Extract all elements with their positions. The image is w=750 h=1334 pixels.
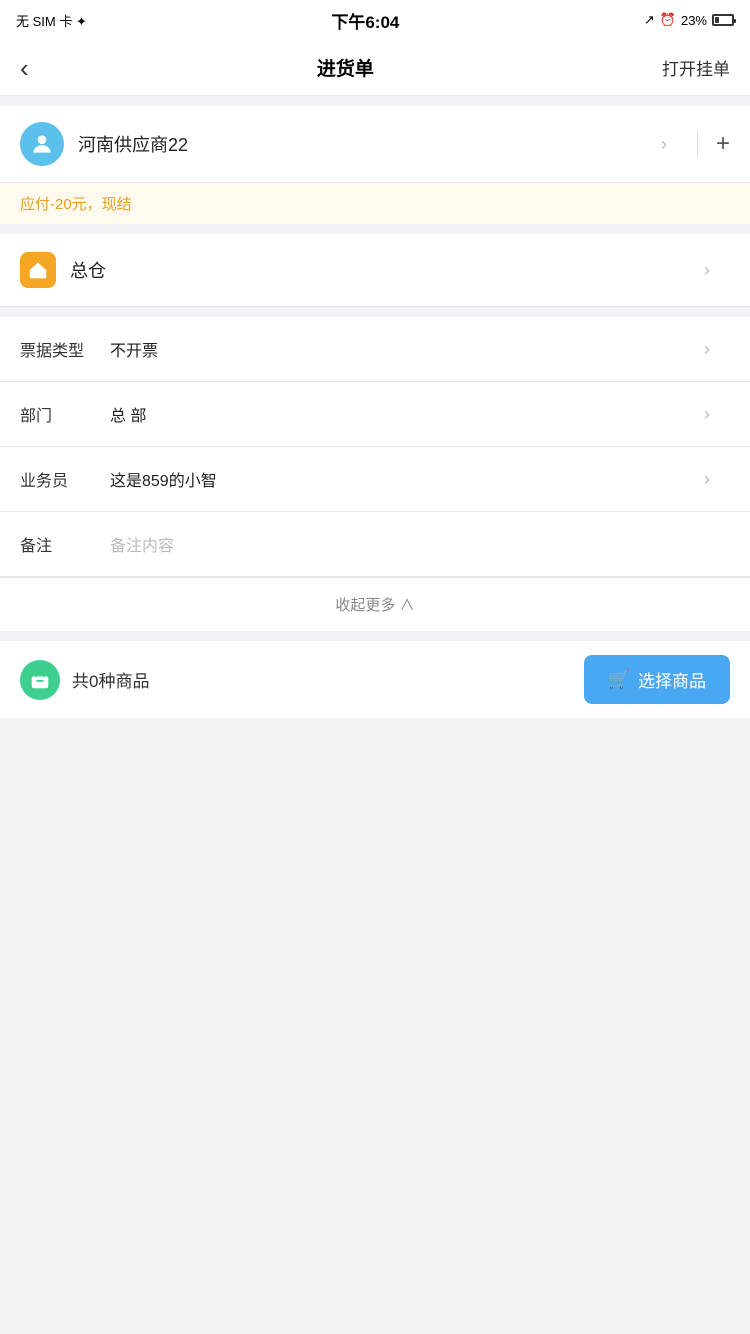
- notice-text: 应付-20元，现结: [20, 196, 132, 213]
- collapse-button[interactable]: 收起更多 ∧: [0, 577, 750, 631]
- battery-text: 23%: [681, 13, 707, 28]
- ticket-chevron-icon: ›: [704, 339, 710, 360]
- nav-bar: ‹ 进货单 打开挂单: [0, 40, 750, 96]
- house-icon: [27, 259, 49, 281]
- product-icon: [20, 660, 60, 700]
- supplier-row[interactable]: 河南供应商22 › +: [0, 106, 750, 183]
- ticket-type-row[interactable]: 票据类型 不开票 ›: [0, 317, 750, 382]
- top-divider: [0, 96, 750, 106]
- warehouse-chevron-icon: ›: [704, 260, 710, 281]
- status-bar: 无 SIM 卡 ✦ 下午6:04 ↗ ⏰ 23%: [0, 0, 750, 40]
- status-time: 下午6:04: [331, 8, 399, 33]
- add-supplier-button[interactable]: +: [716, 130, 730, 158]
- status-left: 无 SIM 卡 ✦: [16, 11, 87, 30]
- person-icon: [29, 131, 55, 157]
- supplier-chevron-icon: ›: [661, 134, 667, 155]
- open-pending-button[interactable]: 打开挂单: [662, 55, 730, 80]
- dept-value: 总 部: [110, 402, 704, 426]
- staff-chevron-icon: ›: [704, 469, 710, 490]
- battery-icon: [712, 14, 734, 26]
- warehouse-name: 总仓: [70, 257, 704, 283]
- department-row[interactable]: 部门 总 部 ›: [0, 382, 750, 447]
- location-icon: ↗: [644, 12, 655, 28]
- warehouse-section: 总仓 ›: [0, 234, 750, 307]
- collapse-label: 收起更多 ∧: [335, 597, 414, 614]
- supplier-section: 河南供应商22 › + 应付-20元，现结: [0, 106, 750, 224]
- form-section: 票据类型 不开票 › 部门 总 部 › 业务员 这是859的小智 › 备注 备注…: [0, 317, 750, 631]
- staff-value: 这是859的小智: [110, 467, 704, 491]
- page-title: 进货单: [317, 54, 374, 81]
- alarm-icon: ⏰: [660, 12, 676, 28]
- divider-1: [0, 224, 750, 234]
- cart-icon: 🛒: [608, 669, 630, 690]
- select-btn-label: 选择商品: [638, 667, 706, 692]
- note-placeholder: 备注内容: [110, 532, 730, 556]
- note-label: 备注: [20, 532, 110, 556]
- warehouse-icon: [20, 252, 56, 288]
- supplier-avatar: [20, 122, 64, 166]
- staff-row[interactable]: 业务员 这是859的小智 ›: [0, 447, 750, 512]
- notice-bar: 应付-20元，现结: [0, 183, 750, 224]
- ticket-label: 票据类型: [20, 337, 110, 361]
- supplier-divider: [697, 132, 698, 156]
- ticket-value: 不开票: [110, 337, 704, 361]
- page-content: 河南供应商22 › + 应付-20元，现结 总仓 › 票据类型: [0, 96, 750, 1334]
- shopping-bag-icon: [29, 669, 51, 691]
- status-right: ↗ ⏰ 23%: [644, 12, 734, 28]
- supplier-name: 河南供应商22: [78, 131, 661, 157]
- back-button[interactable]: ‹: [20, 55, 29, 81]
- dept-chevron-icon: ›: [704, 404, 710, 425]
- staff-label: 业务员: [20, 467, 110, 491]
- divider-3: [0, 631, 750, 641]
- divider-2: [0, 307, 750, 317]
- note-row[interactable]: 备注 备注内容: [0, 512, 750, 577]
- warehouse-row[interactable]: 总仓 ›: [0, 234, 750, 307]
- dept-label: 部门: [20, 402, 110, 426]
- bottom-bar: 共0种商品 🛒 选择商品: [0, 641, 750, 718]
- select-product-button[interactable]: 🛒 选择商品: [584, 655, 730, 704]
- product-count: 共0种商品: [72, 667, 584, 692]
